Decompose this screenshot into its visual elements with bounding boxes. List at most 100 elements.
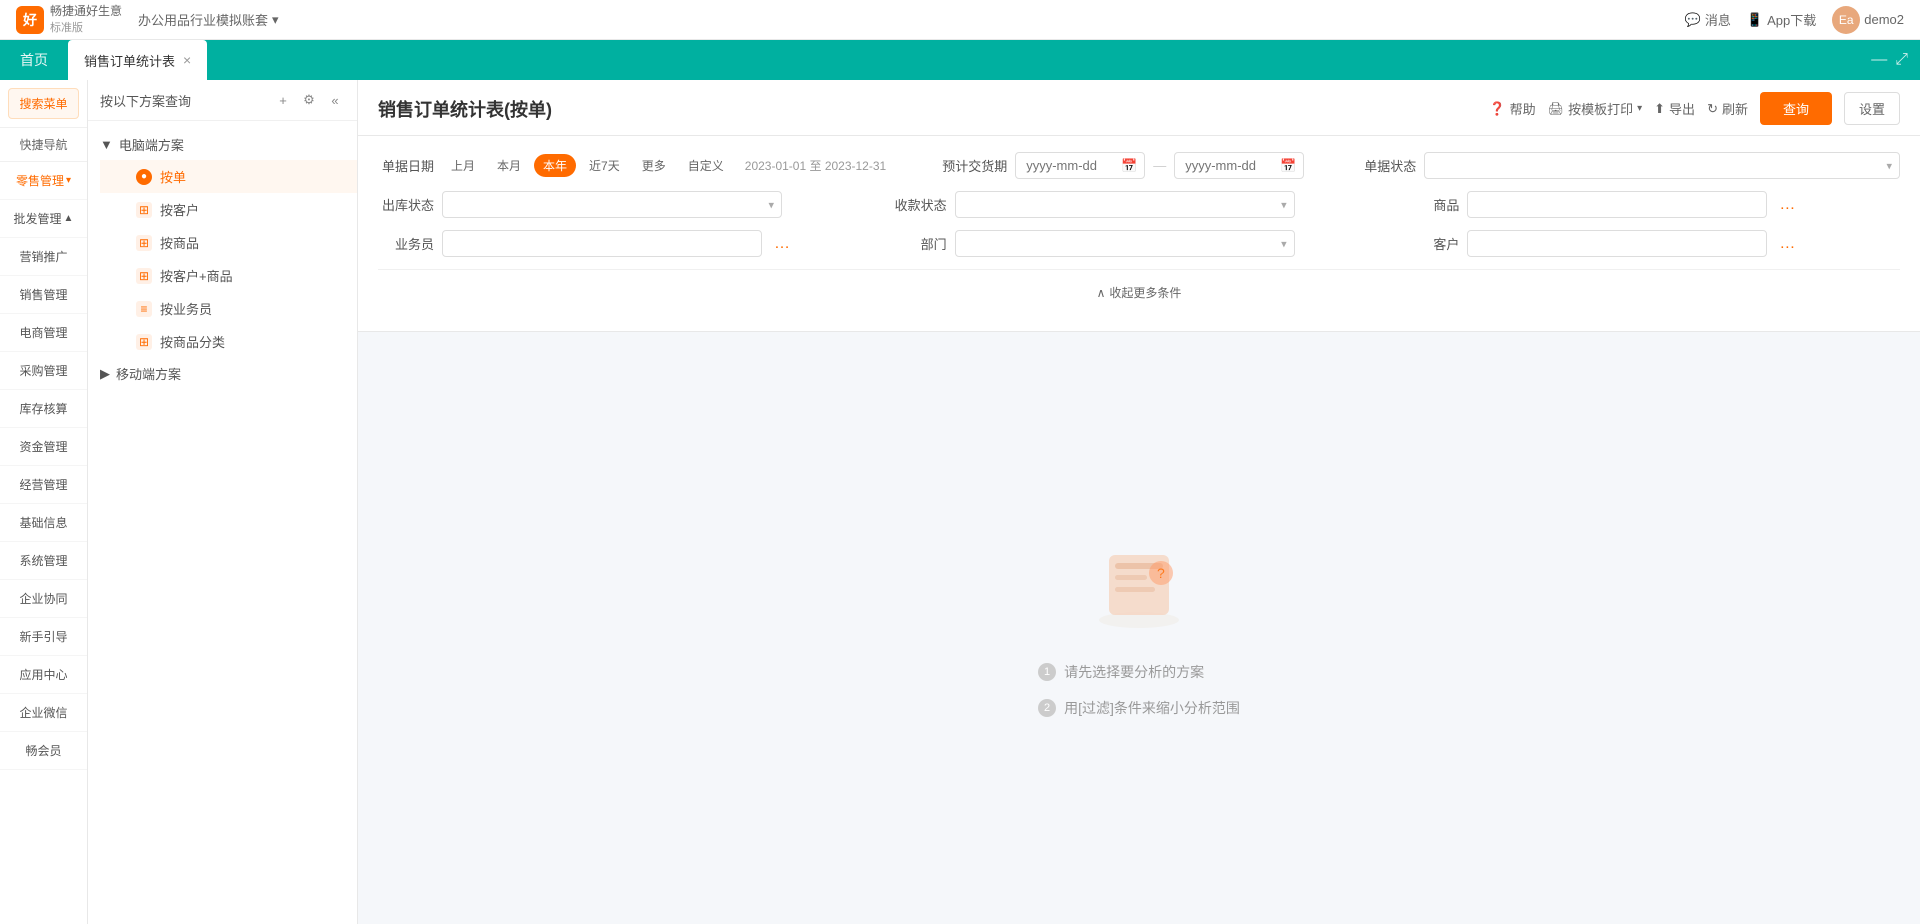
scheme-item-by-category[interactable]: ⊞ 按商品分类 (100, 325, 357, 358)
sidebar-item-wholesale[interactable]: 批发管理 ▲ (0, 200, 87, 238)
sidebar-item-appcenter[interactable]: 应用中心 (0, 656, 87, 694)
tab-active-label: 销售订单统计表 (84, 51, 175, 70)
scheme-item-by-product[interactable]: ⊞ 按商品 (100, 226, 357, 259)
page-header: 销售订单统计表(按单) ❓ 帮助 🖨 按模板打印 ▾ ⬆ 导出 ↻ 刷新 (358, 80, 1920, 136)
date-btn-this-year[interactable]: 本年 (534, 154, 576, 177)
main-layout: 搜索菜单 快捷导航 零售管理 ▾ 批发管理 ▲ 营销推广 销售管理 电商管理 采… (0, 80, 1920, 924)
hint-text-2: 用[过滤]条件来缩小分析范围 (1064, 694, 1240, 722)
department-select[interactable] (955, 230, 1295, 257)
out-status-select-wrapper (442, 191, 782, 218)
sidebar-item-finance-label: 资金管理 (19, 440, 67, 454)
sidebar-item-purchase[interactable]: 采购管理 (0, 352, 87, 390)
sidebar-item-retail[interactable]: 零售管理 ▾ (0, 162, 87, 200)
app-download-btn[interactable]: 📱 App下载 (1747, 10, 1816, 29)
search-menu-btn[interactable]: 搜索菜单 (8, 88, 79, 119)
tab-active[interactable]: 销售订单统计表 × (68, 40, 207, 80)
product-more-btn[interactable]: … (1779, 196, 1795, 214)
salesperson-label: 业务员 (378, 234, 434, 253)
category-mobile-arrow: ▶ (100, 366, 110, 382)
category-label: 电脑端方案 (119, 135, 184, 154)
scheme-category-mobile[interactable]: ▶ 移动端方案 (88, 358, 357, 389)
expected-date-start-input[interactable] (1015, 152, 1145, 179)
customer-label: 客户 (1403, 234, 1459, 253)
collapse-icon: ∧ (1097, 286, 1106, 300)
settings-btn[interactable]: 设置 (1844, 92, 1900, 125)
expected-date-end-input[interactable] (1174, 152, 1304, 179)
help-label: 帮助 (1510, 99, 1536, 118)
export-btn[interactable]: ⬆ 导出 (1654, 99, 1695, 118)
sidebar-item-ecommerce[interactable]: 电商管理 (0, 314, 87, 352)
print-arrow: ▾ (1637, 103, 1642, 114)
sidebar-item-finance[interactable]: 资金管理 (0, 428, 87, 466)
help-btn[interactable]: ❓ 帮助 (1489, 99, 1535, 118)
message-label: 消息 (1705, 10, 1731, 29)
page-title: 销售订单统计表(按单) (378, 96, 552, 122)
sidebar-item-member[interactable]: 畅会员 (0, 732, 87, 770)
tab-bar-actions: — ⤢ (1871, 51, 1920, 69)
date-btn-last-month[interactable]: 上月 (442, 154, 484, 177)
sidebar-item-newuser[interactable]: 新手引导 (0, 618, 87, 656)
sidebar-item-member-label: 畅会员 (25, 744, 61, 758)
doc-status-select[interactable] (1424, 152, 1900, 179)
tab-close-icon[interactable]: × (183, 52, 191, 68)
collapse-btn[interactable]: ∧ 收起更多条件 (1091, 278, 1188, 307)
date-btn-7days[interactable]: 近7天 (580, 154, 629, 177)
scheme-category-desktop[interactable]: ▼ 电脑端方案 (88, 129, 357, 160)
salesperson-group: 业务员 … (378, 230, 875, 257)
sidebar-item-operations[interactable]: 经营管理 (0, 466, 87, 504)
window-minimize-icon[interactable]: — (1871, 51, 1887, 69)
settings-scheme-btn[interactable]: ⚙ (299, 90, 319, 110)
customer-more-btn[interactable]: … (1779, 235, 1795, 253)
department-select-wrapper (955, 230, 1295, 257)
scheme-item-by-order[interactable]: ● 按单 (100, 160, 357, 193)
sidebar-arrow-wholesale: ▲ (64, 213, 74, 224)
scheme-item-by-customer-product[interactable]: ⊞ 按客户+商品 (100, 259, 357, 292)
template-print-btn[interactable]: 🖨 按模板打印 ▾ (1548, 99, 1643, 118)
sidebar-arrow-retail: ▾ (66, 175, 71, 186)
sidebar-item-basic[interactable]: 基础信息 (0, 504, 87, 542)
sidebar-item-system[interactable]: 系统管理 (0, 542, 87, 580)
date-dash: — (1153, 158, 1166, 173)
category-arrow: ▼ (100, 137, 113, 152)
salesperson-more-btn[interactable]: … (774, 235, 790, 253)
sidebar-item-enterprise[interactable]: 企业协同 (0, 580, 87, 618)
customer-input[interactable] (1467, 230, 1767, 257)
template-print-label: 按模板打印 (1568, 99, 1633, 118)
export-icon: ⬆ (1654, 101, 1665, 117)
tab-home[interactable]: 首页 (0, 40, 68, 80)
scheme-item-by-salesperson[interactable]: ≡ 按业务员 (100, 292, 357, 325)
sidebar-item-sales[interactable]: 销售管理 (0, 276, 87, 314)
product-input[interactable] (1467, 191, 1767, 218)
department-group: 部门 (891, 230, 1388, 257)
message-btn[interactable]: 💬 消息 (1685, 10, 1731, 29)
tab-home-label: 首页 (20, 50, 48, 70)
hint-text-1: 请先选择要分析的方案 (1064, 658, 1204, 686)
window-maximize-icon[interactable]: ⤢ (1895, 51, 1908, 69)
sidebar-item-basic-label: 基础信息 (19, 516, 67, 530)
filter-row-1: 单据日期 上月 本月 本年 近7天 更多 自定义 2023-01-01 至 20… (378, 152, 1900, 179)
sidebar-item-newuser-label: 新手引导 (19, 630, 67, 644)
refresh-btn[interactable]: ↻ 刷新 (1707, 99, 1748, 118)
scheme-item-by-customer[interactable]: ⊞ 按客户 (100, 193, 357, 226)
scheme-label-customer: 按客户 (160, 200, 199, 219)
date-btn-more[interactable]: 更多 (633, 154, 675, 177)
query-btn[interactable]: 查询 (1760, 92, 1832, 125)
salesperson-input[interactable] (442, 230, 762, 257)
avatar-initial: Ea (1839, 13, 1854, 27)
date-btn-this-month[interactable]: 本月 (488, 154, 530, 177)
filter-row-3: 业务员 … 部门 客户 … (378, 230, 1900, 257)
sidebar-item-wechat[interactable]: 企业微信 (0, 694, 87, 732)
sidebar-item-wholesale-label: 批发管理 (14, 210, 62, 227)
out-status-select[interactable] (442, 191, 782, 218)
collapse-panel-btn[interactable]: « (325, 90, 345, 110)
sidebar-item-sales-label: 销售管理 (19, 288, 67, 302)
add-scheme-btn[interactable]: + (273, 90, 293, 110)
sidebar-item-marketing[interactable]: 营销推广 (0, 238, 87, 276)
user-btn[interactable]: Ea demo2 (1832, 6, 1904, 34)
date-btn-custom[interactable]: 自定义 (679, 154, 733, 177)
scheme-icon-salesperson: ≡ (136, 301, 152, 317)
payment-status-select[interactable] (955, 191, 1295, 218)
top-bar: 好 畅捷通好生意 标准版 办公用品行业模拟账套 ▾ 💬 消息 📱 App下载 E… (0, 0, 1920, 40)
sidebar-item-inventory[interactable]: 库存核算 (0, 390, 87, 428)
workspace-selector[interactable]: 办公用品行业模拟账套 ▾ (130, 6, 287, 33)
